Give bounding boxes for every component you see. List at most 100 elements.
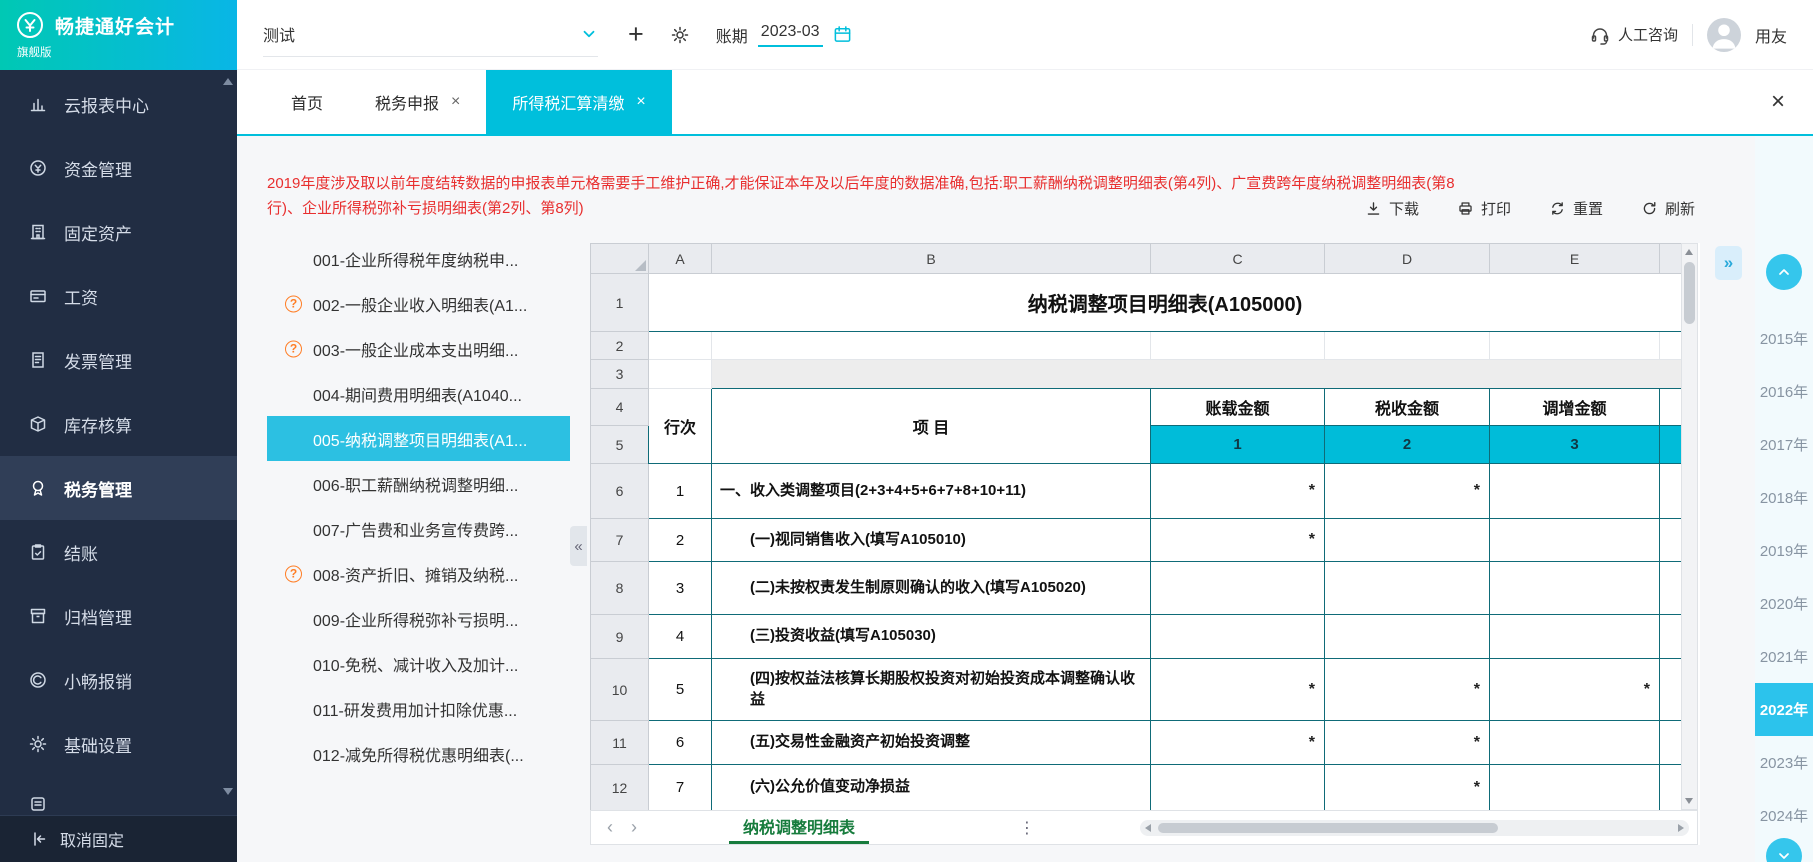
header-num3[interactable]: 3 — [1489, 425, 1660, 464]
empty-cell[interactable] — [1659, 331, 1682, 360]
empty-cell[interactable] — [1150, 331, 1325, 360]
empty-cell[interactable] — [1324, 331, 1490, 360]
sheet-prev-icon[interactable]: ‹ — [607, 817, 613, 838]
cell-value[interactable]: * — [1150, 518, 1325, 562]
form-list-item[interactable]: 001-企业所得税年度纳税申... — [267, 236, 570, 281]
cell-value[interactable] — [1150, 561, 1325, 615]
cell-partial[interactable] — [1659, 518, 1682, 562]
cell-partial[interactable] — [1659, 463, 1682, 519]
sidebar-item-archive[interactable]: 归档管理 — [0, 584, 237, 648]
sidebar-item-cloud-reports[interactable]: 云报表中心 — [0, 72, 237, 136]
scroll-left-icon[interactable] — [1145, 824, 1151, 832]
cell-item[interactable]: (三)投资收益(填写A105030) — [711, 614, 1151, 659]
form-list-item[interactable]: ? 003-一般企业成本支出明细... — [267, 326, 570, 371]
more-icon[interactable]: ⋮ — [1019, 818, 1035, 838]
cell-value[interactable] — [1324, 614, 1490, 659]
year-item[interactable]: 2019年 — [1755, 524, 1813, 577]
cell-value[interactable] — [1489, 614, 1660, 659]
cell-value[interactable] — [1150, 764, 1325, 811]
collapse-panel-icon[interactable]: « — [570, 526, 587, 566]
col-header[interactable]: E — [1489, 243, 1660, 274]
row-header[interactable]: 3 — [590, 359, 649, 389]
user-name[interactable]: 用友 — [1755, 23, 1787, 47]
header-num1[interactable]: 1 — [1150, 425, 1325, 464]
form-list-item[interactable]: 012-减免所得税优惠明细表(... — [267, 731, 570, 776]
year-item[interactable]: 2024年 — [1755, 789, 1813, 842]
cell-line-no[interactable]: 3 — [648, 561, 712, 615]
close-tab-icon[interactable]: × — [451, 93, 460, 111]
cell-value[interactable] — [1489, 518, 1660, 562]
cell-item[interactable]: (一)视同销售收入(填写A105010) — [711, 518, 1151, 562]
header-col2[interactable]: 税收金额 — [1324, 388, 1490, 426]
year-item[interactable]: 2015年 — [1755, 312, 1813, 365]
cell-line-no[interactable]: 4 — [648, 614, 712, 659]
sidebar-item-expense[interactable]: 小畅报销 — [0, 648, 237, 712]
select-all-corner[interactable] — [590, 243, 649, 274]
col-header[interactable]: C — [1150, 243, 1325, 274]
cell-value[interactable] — [1324, 518, 1490, 562]
year-scroll-up-button[interactable] — [1766, 254, 1802, 290]
cell-partial[interactable] — [1659, 658, 1682, 721]
reset-button[interactable]: 重置 — [1549, 198, 1603, 219]
human-support-button[interactable]: 人工咨询 — [1590, 24, 1678, 45]
sidebar-item-fixed-assets[interactable]: 固定资产 — [0, 200, 237, 264]
scroll-up-icon[interactable] — [1685, 249, 1693, 255]
cell-value[interactable]: * — [1324, 463, 1490, 519]
sidebar-item-inventory[interactable]: 库存核算 — [0, 392, 237, 456]
cell-value[interactable]: * — [1150, 658, 1325, 721]
form-list-item[interactable]: 009-企业所得税弥补亏损明... — [267, 596, 570, 641]
cell-line-no[interactable]: 1 — [648, 463, 712, 519]
row-header[interactable]: 6 — [590, 463, 649, 519]
form-list-item[interactable]: ? 008-资产折旧、摊销及纳税... — [267, 551, 570, 596]
row-header[interactable]: 11 — [590, 720, 649, 765]
cell-item[interactable]: (五)交易性金融资产初始投资调整 — [711, 720, 1151, 765]
header-num2[interactable]: 2 — [1324, 425, 1490, 464]
row-header[interactable]: 10 — [590, 658, 649, 721]
year-item[interactable]: 2020年 — [1755, 577, 1813, 630]
refresh-button[interactable]: 刷新 — [1641, 198, 1695, 219]
col-header-partial[interactable] — [1659, 243, 1682, 274]
spacer-cell[interactable] — [711, 359, 1682, 389]
empty-cell[interactable] — [648, 331, 712, 360]
settings-gear-icon[interactable] — [670, 25, 690, 45]
period-value[interactable]: 2023-03 — [757, 23, 823, 47]
cell-line-no[interactable]: 7 — [648, 764, 712, 811]
cell-value[interactable]: * — [1150, 720, 1325, 765]
form-list-item[interactable]: 006-职工薪酬纳税调整明细... — [267, 461, 570, 506]
col-header[interactable]: A — [648, 243, 712, 274]
header-col1[interactable]: 账载金额 — [1150, 388, 1325, 426]
add-button[interactable]: + — [628, 21, 644, 48]
year-item[interactable]: 2021年 — [1755, 630, 1813, 683]
header-partial[interactable] — [1659, 388, 1682, 426]
sidebar-item-partial[interactable] — [28, 794, 48, 814]
cell-partial[interactable] — [1659, 764, 1682, 811]
cell-item[interactable]: 一、收入类调整项目(2+3+4+5+6+7+8+10+11) — [711, 463, 1151, 519]
cell-item[interactable]: (六)公允价值变动净损益 — [711, 764, 1151, 811]
cell-value[interactable] — [1489, 561, 1660, 615]
col-header[interactable]: D — [1324, 243, 1490, 274]
sheet-title-cell[interactable]: 纳税调整项目明细表(A105000) — [648, 273, 1682, 332]
sheet-tab-active[interactable]: 纳税调整明细表 — [729, 811, 870, 844]
cell-partial[interactable] — [1659, 561, 1682, 615]
row-header[interactable]: 8 — [590, 561, 649, 615]
row-header[interactable]: 4 — [590, 388, 649, 426]
print-button[interactable]: 打印 — [1457, 198, 1511, 219]
header-num-partial[interactable] — [1659, 425, 1682, 464]
year-item-active[interactable]: 2022年 — [1755, 683, 1813, 736]
tab-tax-filing[interactable]: 税务申报 × — [349, 70, 486, 134]
cell-partial[interactable] — [1659, 614, 1682, 659]
scrollbar-thumb[interactable] — [1158, 823, 1498, 833]
cell-partial[interactable] — [1659, 720, 1682, 765]
year-item[interactable]: 2023年 — [1755, 736, 1813, 789]
close-panel-icon[interactable]: × — [1771, 70, 1785, 134]
sidebar-item-settings[interactable]: 基础设置 — [0, 712, 237, 776]
year-item[interactable]: 2018年 — [1755, 471, 1813, 524]
scrollbar-thumb[interactable] — [1684, 262, 1695, 324]
form-list-item[interactable]: 007-广告费和业务宣传费跨... — [267, 506, 570, 551]
empty-cell[interactable] — [711, 331, 1151, 360]
scroll-right-icon[interactable] — [1678, 824, 1684, 832]
row-header[interactable]: 9 — [590, 614, 649, 659]
download-button[interactable]: 下载 — [1365, 198, 1419, 219]
cell-line-no[interactable]: 2 — [648, 518, 712, 562]
year-item[interactable]: 2017年 — [1755, 418, 1813, 471]
